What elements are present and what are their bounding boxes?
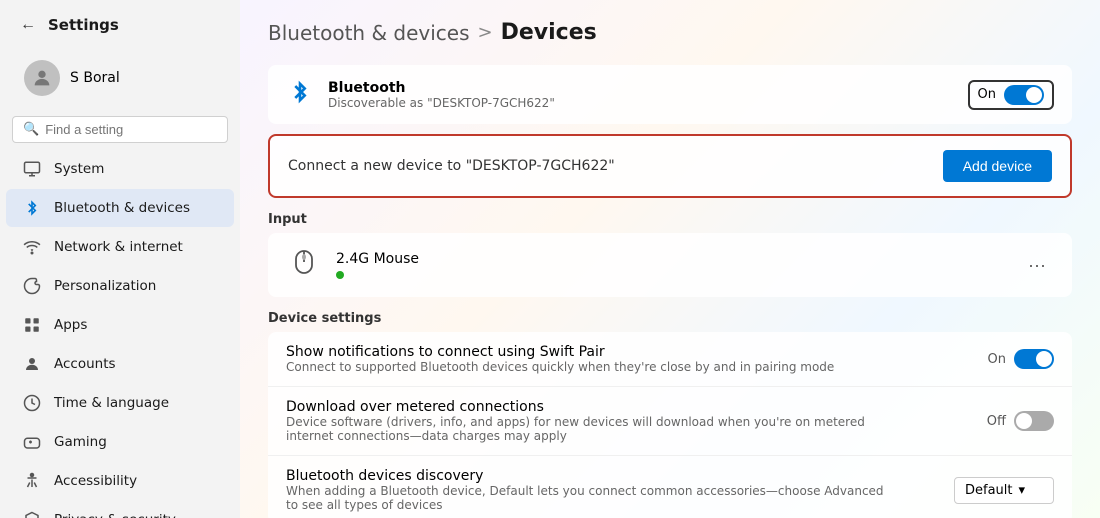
sidebar-item-system[interactable]: System — [6, 150, 234, 188]
metered-toggle-label: Off — [987, 414, 1006, 429]
bluetooth-card: Bluetooth Discoverable as "DESKTOP-7GCH6… — [268, 65, 1072, 124]
sidebar-item-label: Time & language — [54, 395, 169, 411]
sidebar-item-label: Accessibility — [54, 473, 137, 489]
search-input[interactable] — [45, 122, 217, 137]
setting-control-swift-pair[interactable]: On — [988, 349, 1054, 369]
discovery-dropdown[interactable]: Default ▾ — [954, 477, 1054, 504]
sidebar-item-accounts[interactable]: Accounts — [6, 345, 234, 383]
back-button[interactable]: ← — [16, 12, 40, 38]
gaming-icon — [22, 432, 42, 452]
avatar — [24, 60, 60, 96]
personalization-icon — [22, 276, 42, 296]
search-icon: 🔍 — [23, 122, 39, 137]
bluetooth-discoverable: Discoverable as "DESKTOP-7GCH622" — [328, 96, 555, 110]
sidebar-item-label: Bluetooth & devices — [54, 200, 190, 216]
metered-toggle[interactable] — [1014, 411, 1054, 431]
breadcrumb: Bluetooth & devices > Devices — [268, 20, 1072, 45]
accounts-icon — [22, 354, 42, 374]
breadcrumb-parent[interactable]: Bluetooth & devices — [268, 21, 470, 45]
mouse-info: 2.4G Mouse — [336, 251, 419, 279]
sidebar-item-label: Accounts — [54, 356, 116, 372]
setting-name-swift-pair: Show notifications to connect using Swif… — [286, 344, 834, 360]
sidebar-item-label: Privacy & security — [54, 512, 176, 518]
apps-icon — [22, 315, 42, 335]
setting-row-swift-pair: Show notifications to connect using Swif… — [268, 332, 1072, 387]
sidebar-item-label: Gaming — [54, 434, 107, 450]
main-content: Bluetooth & devices > Devices Bluetooth … — [240, 0, 1100, 518]
bluetooth-device-icon — [286, 79, 314, 110]
add-device-card: Connect a new device to "DESKTOP-7GCH622… — [268, 134, 1072, 198]
bluetooth-toggle[interactable] — [1004, 85, 1044, 105]
mouse-icon — [286, 247, 322, 283]
sidebar-item-privacy[interactable]: Privacy & security — [6, 501, 234, 518]
sidebar-title: Settings — [48, 16, 119, 34]
sidebar-item-gaming[interactable]: Gaming — [6, 423, 234, 461]
user-profile[interactable]: S Boral — [8, 50, 232, 106]
privacy-icon — [22, 510, 42, 518]
bluetooth-name: Bluetooth — [328, 80, 555, 96]
mouse-status-dot — [336, 271, 344, 279]
add-device-text: Connect a new device to "DESKTOP-7GCH622… — [288, 158, 615, 174]
setting-row-metered: Download over metered connections Device… — [268, 387, 1072, 456]
search-box[interactable]: 🔍 — [12, 116, 228, 143]
setting-row-discovery: Bluetooth devices discovery When adding … — [268, 456, 1072, 518]
sidebar-item-time[interactable]: Time & language — [6, 384, 234, 422]
bluetooth-info: Bluetooth Discoverable as "DESKTOP-7GCH6… — [328, 80, 555, 110]
chevron-down-icon: ▾ — [1019, 483, 1026, 498]
sidebar-item-accessibility[interactable]: Accessibility — [6, 462, 234, 500]
bluetooth-toggle-label: On — [978, 87, 996, 102]
bluetooth-toggle-container[interactable]: On — [968, 80, 1054, 110]
setting-control-discovery[interactable]: Default ▾ — [954, 477, 1054, 504]
sidebar-item-personalization[interactable]: Personalization — [6, 267, 234, 305]
setting-name-metered: Download over metered connections — [286, 399, 886, 415]
nav-menu: System Bluetooth & devices Network & int… — [0, 149, 240, 518]
network-icon — [22, 237, 42, 257]
system-icon — [22, 159, 42, 179]
setting-desc-swift-pair: Connect to supported Bluetooth devices q… — [286, 360, 834, 374]
swift-pair-toggle[interactable] — [1014, 349, 1054, 369]
sidebar-item-bluetooth[interactable]: Bluetooth & devices — [6, 189, 234, 227]
sidebar-item-label: Apps — [54, 317, 87, 333]
time-icon — [22, 393, 42, 413]
setting-desc-metered: Device software (drivers, info, and apps… — [286, 415, 886, 443]
mouse-more-button[interactable]: ··· — [1020, 251, 1054, 280]
input-section-header: Input — [268, 212, 1072, 227]
sidebar-item-apps[interactable]: Apps — [6, 306, 234, 344]
sidebar-item-label: System — [54, 161, 104, 177]
device-settings-header: Device settings — [268, 311, 1072, 326]
discovery-dropdown-value: Default — [965, 483, 1013, 498]
sidebar-item-label: Network & internet — [54, 239, 183, 255]
breadcrumb-current: Devices — [501, 20, 597, 45]
mouse-name: 2.4G Mouse — [336, 251, 419, 267]
setting-control-metered[interactable]: Off — [987, 411, 1054, 431]
bluetooth-left: Bluetooth Discoverable as "DESKTOP-7GCH6… — [286, 79, 555, 110]
sidebar-header: ← Settings — [0, 0, 240, 46]
setting-name-discovery: Bluetooth devices discovery — [286, 468, 886, 484]
sidebar-item-label: Personalization — [54, 278, 156, 294]
add-device-button[interactable]: Add device — [943, 150, 1052, 182]
bluetooth-icon — [22, 198, 42, 218]
setting-text-swift-pair: Show notifications to connect using Swif… — [286, 344, 834, 374]
setting-text-metered: Download over metered connections Device… — [286, 399, 886, 443]
breadcrumb-separator: > — [478, 22, 493, 43]
device-settings-block: Show notifications to connect using Swif… — [268, 332, 1072, 518]
user-name: S Boral — [70, 70, 120, 86]
swift-pair-toggle-label: On — [988, 352, 1006, 367]
mouse-card: 2.4G Mouse ··· — [268, 233, 1072, 297]
sidebar: ← Settings S Boral 🔍 System Bluetoo — [0, 0, 240, 518]
accessibility-icon — [22, 471, 42, 491]
mouse-left: 2.4G Mouse — [286, 247, 419, 283]
sidebar-item-network[interactable]: Network & internet — [6, 228, 234, 266]
setting-text-discovery: Bluetooth devices discovery When adding … — [286, 468, 886, 512]
setting-desc-discovery: When adding a Bluetooth device, Default … — [286, 484, 886, 512]
